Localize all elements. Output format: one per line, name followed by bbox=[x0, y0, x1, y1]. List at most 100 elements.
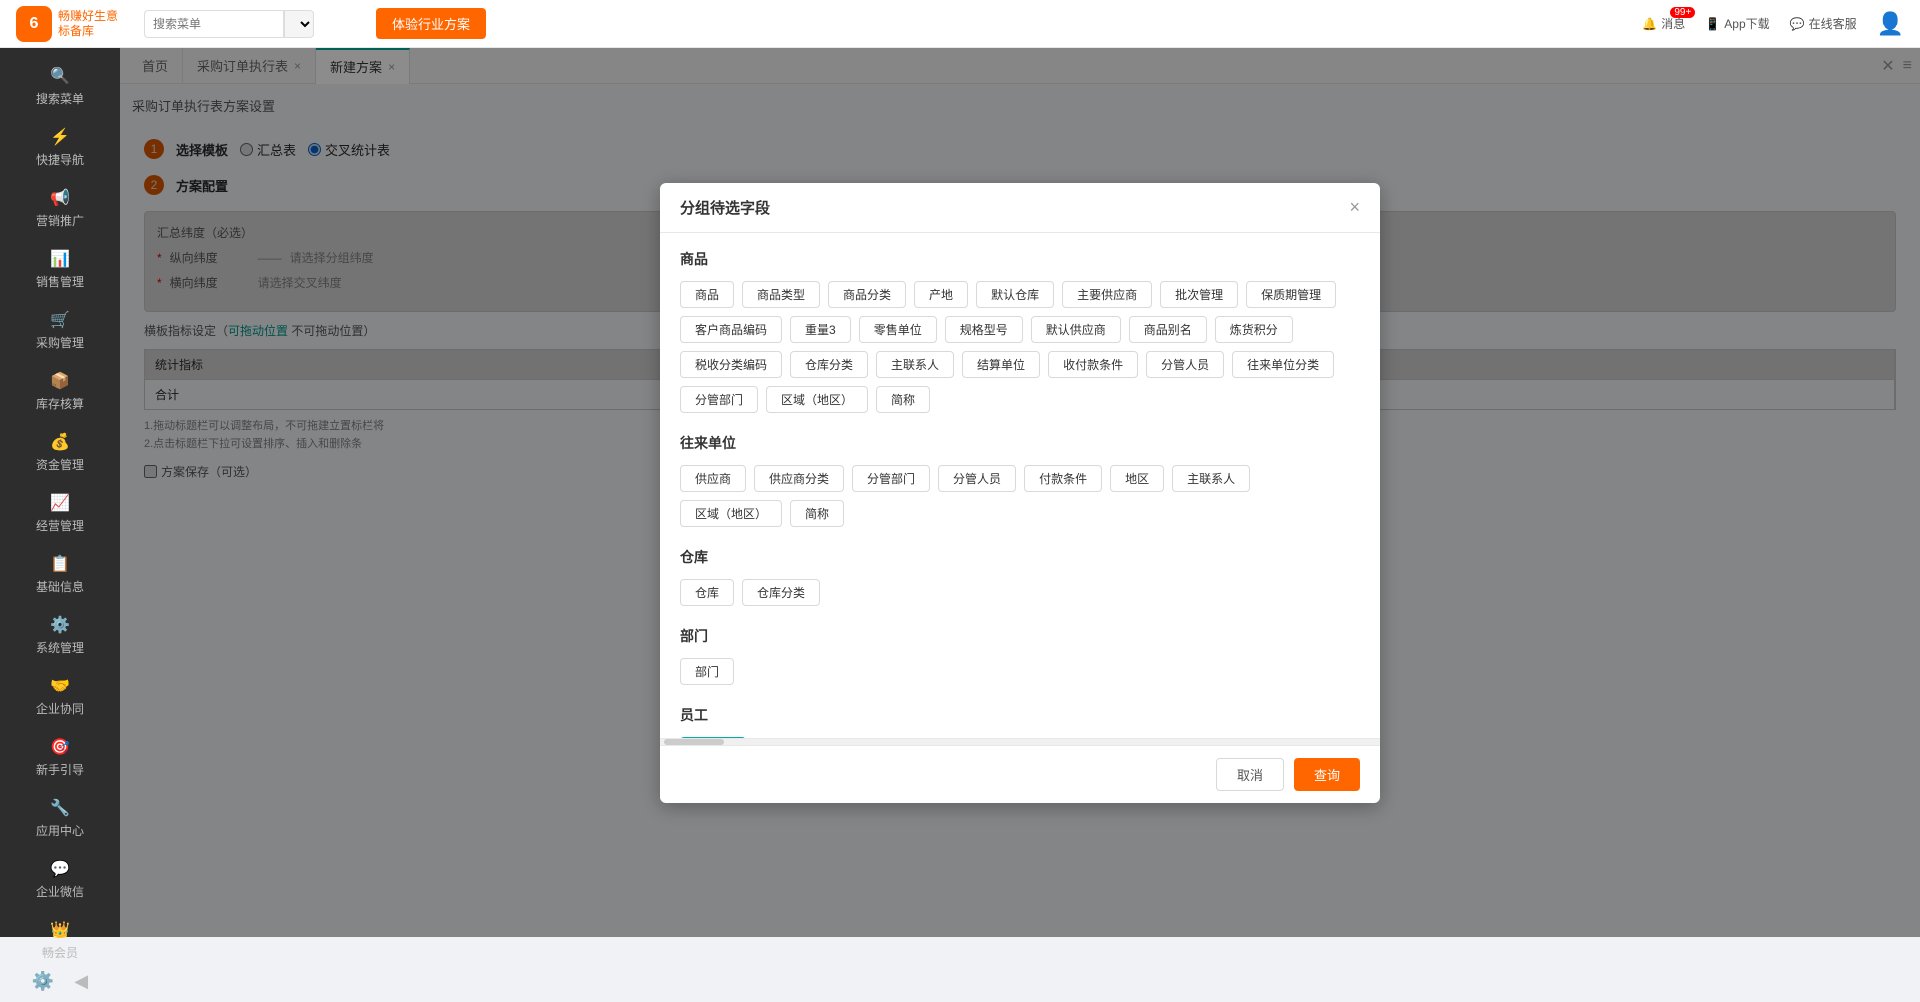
field-tag-warehouse[interactable]: 仓库 bbox=[680, 579, 734, 606]
field-tag-partner-dept[interactable]: 分管部门 bbox=[852, 465, 930, 492]
modal-confirm-btn[interactable]: 查询 bbox=[1294, 758, 1360, 791]
field-tag-payment-terms[interactable]: 收付款条件 bbox=[1048, 351, 1138, 378]
field-tag-region2[interactable]: 区域（地区） bbox=[680, 500, 782, 527]
warehouse-field-tags: 仓库 仓库分类 bbox=[680, 579, 1360, 606]
field-tag-supervisor[interactable]: 分管人员 bbox=[1146, 351, 1224, 378]
field-tag-default-warehouse[interactable]: 默认仓库 bbox=[976, 281, 1054, 308]
field-tag-shelf-life[interactable]: 保质期管理 bbox=[1246, 281, 1336, 308]
section-partner-title: 往来单位 bbox=[680, 433, 1360, 453]
sidebar-item-member[interactable]: 👑 畅会员 bbox=[0, 910, 120, 971]
section-employee: 员工 业务员 bbox=[680, 705, 1360, 738]
field-tag-department[interactable]: 部门 bbox=[680, 658, 734, 685]
modal-header: 分组待选字段 × bbox=[660, 183, 1380, 233]
sidebar-item-label: 资金管理 bbox=[36, 456, 84, 473]
modal-cancel-btn[interactable]: 取消 bbox=[1216, 758, 1284, 791]
collapse-icon[interactable]: ◀ bbox=[74, 971, 88, 992]
sidebar-item-sales[interactable]: 📊 销售管理 bbox=[0, 239, 120, 300]
app-download-item[interactable]: 📱 App下载 bbox=[1705, 15, 1769, 32]
sidebar-item-finance[interactable]: 💰 资金管理 bbox=[0, 422, 120, 483]
sales-icon: 📊 bbox=[50, 249, 70, 269]
sidebar-item-guide[interactable]: 🎯 新手引导 bbox=[0, 727, 120, 788]
logo-area: 6 畅赚好生意 标备库 bbox=[16, 6, 136, 42]
field-tag-points[interactable]: 炼货积分 bbox=[1215, 316, 1293, 343]
field-tag-batch[interactable]: 批次管理 bbox=[1160, 281, 1238, 308]
sidebar-item-label: 营销推广 bbox=[36, 212, 84, 229]
sidebar-item-wechat[interactable]: 💬 企业微信 bbox=[0, 849, 120, 910]
section-goods: 商品 商品 商品类型 商品分类 产地 默认仓库 主要供应商 批次管理 保质期管理… bbox=[680, 249, 1360, 413]
goods-field-tags: 商品 商品类型 商品分类 产地 默认仓库 主要供应商 批次管理 保质期管理 客户… bbox=[680, 281, 1360, 413]
online-service-item[interactable]: 💬 在线客服 bbox=[1790, 15, 1857, 32]
field-tag-goods-type[interactable]: 商品类型 bbox=[742, 281, 820, 308]
sidebar-item-search[interactable]: 🔍 搜索菜单 bbox=[0, 56, 120, 117]
field-tag-dept[interactable]: 分管部门 bbox=[680, 386, 758, 413]
finance-icon: 💰 bbox=[50, 432, 70, 452]
sidebar-item-label: 搜索菜单 bbox=[36, 90, 84, 107]
logo-text: 畅赚好生意 标备库 bbox=[58, 9, 118, 38]
main-layout: 🔍 搜索菜单 ⚡ 快捷导航 📢 营销推广 📊 销售管理 🛒 采购管理 📦 库存核… bbox=[0, 48, 1920, 937]
field-tag-goods-category[interactable]: 商品分类 bbox=[828, 281, 906, 308]
sidebar-item-basic[interactable]: 📋 基础信息 bbox=[0, 544, 120, 605]
field-tag-main-contact[interactable]: 主联系人 bbox=[876, 351, 954, 378]
notification-item[interactable]: 🔔 消息 99+ bbox=[1642, 15, 1685, 32]
field-tag-settlement[interactable]: 结算单位 bbox=[962, 351, 1040, 378]
modal-body[interactable]: 商品 商品 商品类型 商品分类 产地 默认仓库 主要供应商 批次管理 保质期管理… bbox=[660, 233, 1380, 738]
sidebar-item-quick-nav[interactable]: ⚡ 快捷导航 bbox=[0, 117, 120, 178]
sidebar-item-label: 新手引导 bbox=[36, 761, 84, 778]
settings-icon[interactable]: ⚙️ bbox=[32, 971, 54, 992]
field-tag-partner-cat[interactable]: 往来单位分类 bbox=[1232, 351, 1334, 378]
field-tag-warehouse-cat[interactable]: 仓库分类 bbox=[790, 351, 868, 378]
section-partner: 往来单位 供应商 供应商分类 分管部门 分管人员 付款条件 地区 主联系人 区域… bbox=[680, 433, 1360, 527]
field-tag-weight[interactable]: 重量3 bbox=[790, 316, 851, 343]
sidebar-item-label: 企业协同 bbox=[36, 700, 84, 717]
sidebar-item-collab[interactable]: 🤝 企业协同 bbox=[0, 666, 120, 727]
app-download-label: App下载 bbox=[1724, 15, 1769, 32]
field-tag-shortname2[interactable]: 简称 bbox=[790, 500, 844, 527]
field-tag-retail-unit[interactable]: 零售单位 bbox=[859, 316, 937, 343]
field-tag-tax-code[interactable]: 税收分类编码 bbox=[680, 351, 782, 378]
modal-field-select: 分组待选字段 × 商品 商品 商品类型 商品分类 产地 默认仓库 bbox=[660, 183, 1380, 803]
field-tag-alias[interactable]: 商品别名 bbox=[1129, 316, 1207, 343]
sidebar-item-label: 畅会员 bbox=[42, 944, 78, 961]
experience-btn[interactable]: 体验行业方案 bbox=[376, 8, 486, 39]
sidebar-item-apps[interactable]: 🔧 应用中心 bbox=[0, 788, 120, 849]
modal-hscrollbar[interactable] bbox=[660, 738, 1380, 745]
field-tag-main-supplier[interactable]: 主要供应商 bbox=[1062, 281, 1152, 308]
user-avatar[interactable]: 👤 bbox=[1877, 11, 1904, 37]
field-tag-warehouse-category[interactable]: 仓库分类 bbox=[742, 579, 820, 606]
field-tag-origin[interactable]: 产地 bbox=[914, 281, 968, 308]
modal-close-btn[interactable]: × bbox=[1349, 197, 1360, 218]
section-department: 部门 部门 bbox=[680, 626, 1360, 685]
quick-nav-icon: ⚡ bbox=[50, 127, 70, 147]
header-search-select[interactable] bbox=[284, 10, 314, 38]
field-tag-supplier[interactable]: 供应商 bbox=[680, 465, 746, 492]
field-tag-area[interactable]: 地区 bbox=[1110, 465, 1164, 492]
field-tag-goods[interactable]: 商品 bbox=[680, 281, 734, 308]
marketing-icon: 📢 bbox=[50, 188, 70, 208]
modal-overlay: 分组待选字段 × 商品 商品 商品类型 商品分类 产地 默认仓库 bbox=[120, 48, 1920, 937]
field-tag-supplier-cat[interactable]: 供应商分类 bbox=[754, 465, 844, 492]
field-tag-shortname[interactable]: 简称 bbox=[876, 386, 930, 413]
field-tag-partner-supervisor[interactable]: 分管人员 bbox=[938, 465, 1016, 492]
field-tag-default-supplier[interactable]: 默认供应商 bbox=[1031, 316, 1121, 343]
sidebar-item-operation[interactable]: 📈 经营管理 bbox=[0, 483, 120, 544]
modal-title: 分组待选字段 bbox=[680, 197, 770, 218]
sidebar-item-purchase[interactable]: 🛒 采购管理 bbox=[0, 300, 120, 361]
field-tag-customer-sku[interactable]: 客户商品编码 bbox=[680, 316, 782, 343]
field-tag-main-contact2[interactable]: 主联系人 bbox=[1172, 465, 1250, 492]
sidebar-bottom: ⚙️ ◀ bbox=[0, 971, 120, 1002]
header-search-area bbox=[144, 10, 364, 38]
header-search-input[interactable] bbox=[144, 10, 284, 38]
content-area: 首页 采购订单执行表 × 新建方案 × ✕ ≡ 采购订单执行表方案设置 1 bbox=[120, 48, 1920, 937]
sidebar-item-inventory[interactable]: 📦 库存核算 bbox=[0, 361, 120, 422]
online-service-label: 在线客服 bbox=[1809, 15, 1857, 32]
sidebar-item-marketing[interactable]: 📢 营销推广 bbox=[0, 178, 120, 239]
modal-footer: 取消 查询 bbox=[660, 745, 1380, 803]
collab-icon: 🤝 bbox=[50, 676, 70, 696]
field-tag-spec[interactable]: 规格型号 bbox=[945, 316, 1023, 343]
field-tag-region[interactable]: 区域（地区） bbox=[766, 386, 868, 413]
guide-icon: 🎯 bbox=[50, 737, 70, 757]
sidebar: 🔍 搜索菜单 ⚡ 快捷导航 📢 营销推广 📊 销售管理 🛒 采购管理 📦 库存核… bbox=[0, 48, 120, 937]
sidebar-item-system[interactable]: ⚙️ 系统管理 bbox=[0, 605, 120, 666]
field-tag-payment-cond[interactable]: 付款条件 bbox=[1024, 465, 1102, 492]
sidebar-item-label: 系统管理 bbox=[36, 639, 84, 656]
